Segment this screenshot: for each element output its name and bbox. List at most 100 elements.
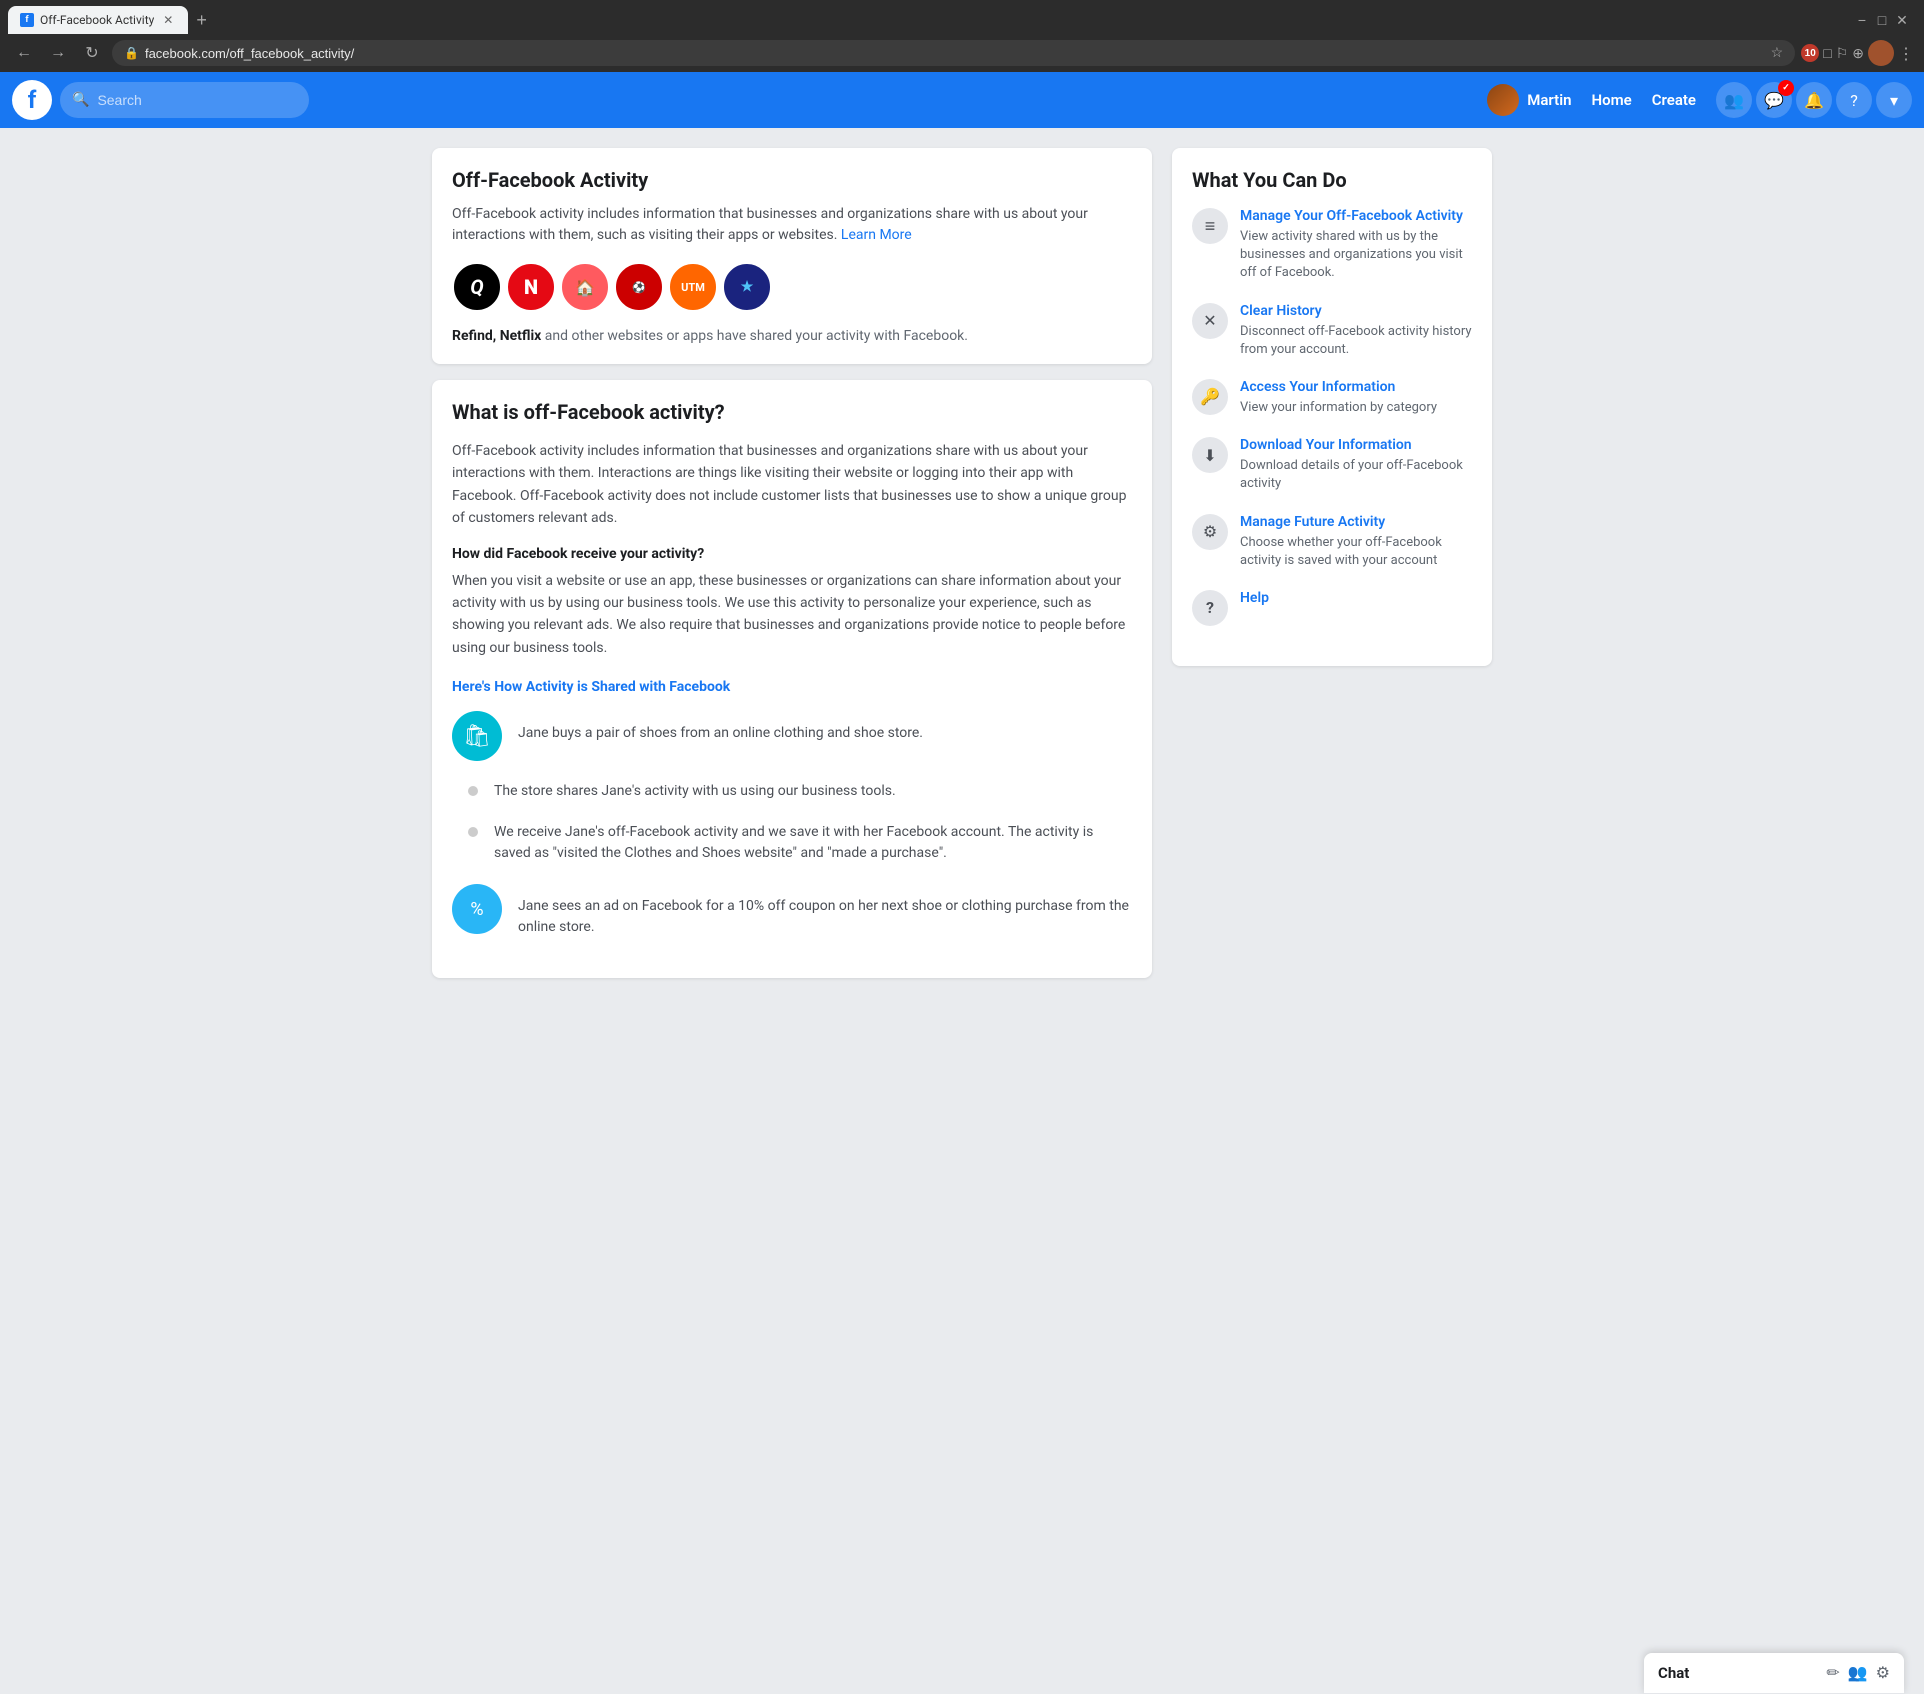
help-link[interactable]: Help xyxy=(1240,590,1472,606)
app-icon-utmon: UTM xyxy=(668,262,718,312)
address-extras: 10 □ ⚐ ⊕ ⋮ xyxy=(1801,40,1914,66)
facebook-user-nav[interactable]: Martin xyxy=(1487,84,1571,116)
action-content-manage: Manage Your Off-Facebook Activity View a… xyxy=(1240,208,1472,283)
chat-settings-button[interactable]: ⚙ xyxy=(1876,1663,1890,1683)
action-item-clear: ✕ Clear History Disconnect off-Facebook … xyxy=(1192,303,1472,359)
main-content: Off-Facebook Activity Off-Facebook activ… xyxy=(412,148,1512,978)
bookmark-icon[interactable]: ☆ xyxy=(1771,45,1784,61)
browser-profile-button[interactable] xyxy=(1868,40,1894,66)
download-info-desc: Download details of your off-Facebook ac… xyxy=(1240,457,1472,493)
app-name-netflix: , Netflix xyxy=(493,328,542,344)
action-content-download: Download Your Information Download detai… xyxy=(1240,437,1472,493)
chat-group-button[interactable]: 👥 xyxy=(1848,1663,1868,1683)
facebook-nav-icons: 👥 💬 ✓ 🔔 ? ▾ xyxy=(1716,82,1912,118)
app-icon-sport: ⚽ xyxy=(614,262,664,312)
step-1-icon: 🛍 xyxy=(452,711,502,761)
app-icon-refind: Q xyxy=(452,262,502,312)
app-icon-netflix: N xyxy=(506,262,556,312)
download-info-link[interactable]: Download Your Information xyxy=(1240,437,1472,453)
help-icon-button[interactable]: ? xyxy=(1836,82,1872,118)
minimize-button[interactable]: − xyxy=(1856,14,1868,26)
avatar xyxy=(1487,84,1519,116)
address-bar[interactable]: 🔒 ☆ xyxy=(112,40,1795,66)
address-input[interactable] xyxy=(145,46,1765,61)
facebook-logo[interactable]: f xyxy=(12,80,52,120)
facebook-header: f 🔍 Martin Home Create 👥 💬 ✓ 🔔 ? xyxy=(0,72,1924,128)
left-panel: Off-Facebook Activity Off-Facebook activ… xyxy=(432,148,1152,978)
chat-compose-button[interactable]: ✏ xyxy=(1826,1663,1839,1683)
restore-button[interactable]: □ xyxy=(1876,14,1888,26)
group-icon: 👥 xyxy=(1848,1663,1868,1683)
faq-subheading: How did Facebook receive your activity? xyxy=(452,546,1132,562)
app-description: Refind, Netflix and other websites or ap… xyxy=(452,328,1132,344)
compose-icon: ✏ xyxy=(1826,1663,1839,1683)
tab-favicon: f xyxy=(20,13,34,27)
active-tab[interactable]: f Off-Facebook Activity ✕ xyxy=(8,6,188,34)
app-icon-other: ★ xyxy=(722,262,772,312)
access-info-desc: View your information by category xyxy=(1240,399,1472,417)
create-nav-link[interactable]: Create xyxy=(1652,91,1696,109)
chevron-down-icon: ▾ xyxy=(1890,91,1898,110)
action-content-access: Access Your Information View your inform… xyxy=(1240,379,1472,417)
browser-chrome: f Off-Facebook Activity ✕ + − □ ✕ ← → ↻ … xyxy=(0,0,1924,72)
back-button[interactable]: ← xyxy=(10,39,38,67)
activity-step-3: We receive Jane's off-Facebook activity … xyxy=(452,822,1132,864)
new-tab-button[interactable]: + xyxy=(188,10,215,31)
notifications-icon-button[interactable]: 🔔 xyxy=(1796,82,1832,118)
faq-intro-text: Off-Facebook activity includes informati… xyxy=(452,440,1132,530)
browser-menu-button[interactable]: ⋮ xyxy=(1898,44,1914,63)
tab-bar: f Off-Facebook Activity ✕ + − □ ✕ xyxy=(0,0,1924,34)
refresh-button[interactable]: ↻ xyxy=(78,39,106,67)
help-icon: ? xyxy=(1192,590,1228,626)
action-content-clear: Clear History Disconnect off-Facebook ac… xyxy=(1240,303,1472,359)
close-button[interactable]: ✕ xyxy=(1896,14,1908,26)
extension-button-3[interactable]: ⚐ xyxy=(1836,45,1849,62)
manage-future-link[interactable]: Manage Future Activity xyxy=(1240,514,1472,530)
chat-title: Chat xyxy=(1658,1664,1826,1682)
tab-title: Off-Facebook Activity xyxy=(40,13,154,27)
window-controls: − □ ✕ xyxy=(1856,14,1916,26)
facebook-nav: Martin Home Create 👥 💬 ✓ 🔔 ? ▾ xyxy=(1487,82,1912,118)
activity-step-4: % Jane sees an ad on Facebook for a 10% … xyxy=(452,884,1132,938)
clear-history-link[interactable]: Clear History xyxy=(1240,303,1472,319)
sidebar-title: What You Can Do xyxy=(1192,168,1472,192)
lock-icon: 🔒 xyxy=(124,46,139,60)
bullet-dot-2 xyxy=(468,827,478,837)
search-input[interactable] xyxy=(97,92,297,108)
action-item-access: 🔑 Access Your Information View your info… xyxy=(1192,379,1472,417)
learn-more-link[interactable]: Learn More xyxy=(841,227,912,243)
account-chevron-button[interactable]: ▾ xyxy=(1876,82,1912,118)
step-3-text: We receive Jane's off-Facebook activity … xyxy=(494,822,1132,864)
page-description: Off-Facebook activity includes informati… xyxy=(452,204,1132,246)
step-4-text: Jane sees an ad on Facebook for a 10% of… xyxy=(518,884,1132,938)
right-panel: What You Can Do ≡ Manage Your Off-Facebo… xyxy=(1172,148,1492,978)
manage-future-desc: Choose whether your off-Facebook activit… xyxy=(1240,534,1472,570)
search-icon: 🔍 xyxy=(72,92,89,108)
clear-icon: ✕ xyxy=(1192,303,1228,339)
action-item-download: ⬇ Download Your Information Download det… xyxy=(1192,437,1472,493)
step-4-icon: % xyxy=(452,884,502,934)
activity-section-title: Here's How Activity is Shared with Faceb… xyxy=(452,679,1132,695)
off-facebook-activity-card: Off-Facebook Activity Off-Facebook activ… xyxy=(432,148,1152,364)
home-nav-link[interactable]: Home xyxy=(1591,91,1631,109)
messenger-icon-button[interactable]: 💬 ✓ xyxy=(1756,82,1792,118)
chat-bar: Chat ✏ 👥 ⚙ xyxy=(1644,1653,1904,1694)
friends-icon-button[interactable]: 👥 xyxy=(1716,82,1752,118)
manage-activity-link[interactable]: Manage Your Off-Facebook Activity xyxy=(1240,208,1472,224)
app-description-suffix: and other websites or apps have shared y… xyxy=(541,328,968,344)
app-icons-row: Q N 🏠 ⚽ UTM ★ xyxy=(452,262,1132,312)
faq-card: What is off-Facebook activity? Off-Faceb… xyxy=(432,380,1152,978)
user-name: Martin xyxy=(1527,91,1571,109)
extension-button-1[interactable]: 10 xyxy=(1801,44,1819,62)
manage-icon: ≡ xyxy=(1192,208,1228,244)
clear-history-desc: Disconnect off-Facebook activity history… xyxy=(1240,323,1472,359)
access-info-link[interactable]: Access Your Information xyxy=(1240,379,1472,395)
tab-close-button[interactable]: ✕ xyxy=(160,12,176,28)
forward-button[interactable]: → xyxy=(44,39,72,67)
facebook-search-bar[interactable]: 🔍 xyxy=(60,82,309,118)
extension-button-4[interactable]: ⊕ xyxy=(1852,45,1864,62)
access-icon: 🔑 xyxy=(1192,379,1228,415)
extension-button-2[interactable]: □ xyxy=(1823,45,1831,61)
action-item-future: ⚙ Manage Future Activity Choose whether … xyxy=(1192,514,1472,570)
bullet-dot-1 xyxy=(468,786,478,796)
